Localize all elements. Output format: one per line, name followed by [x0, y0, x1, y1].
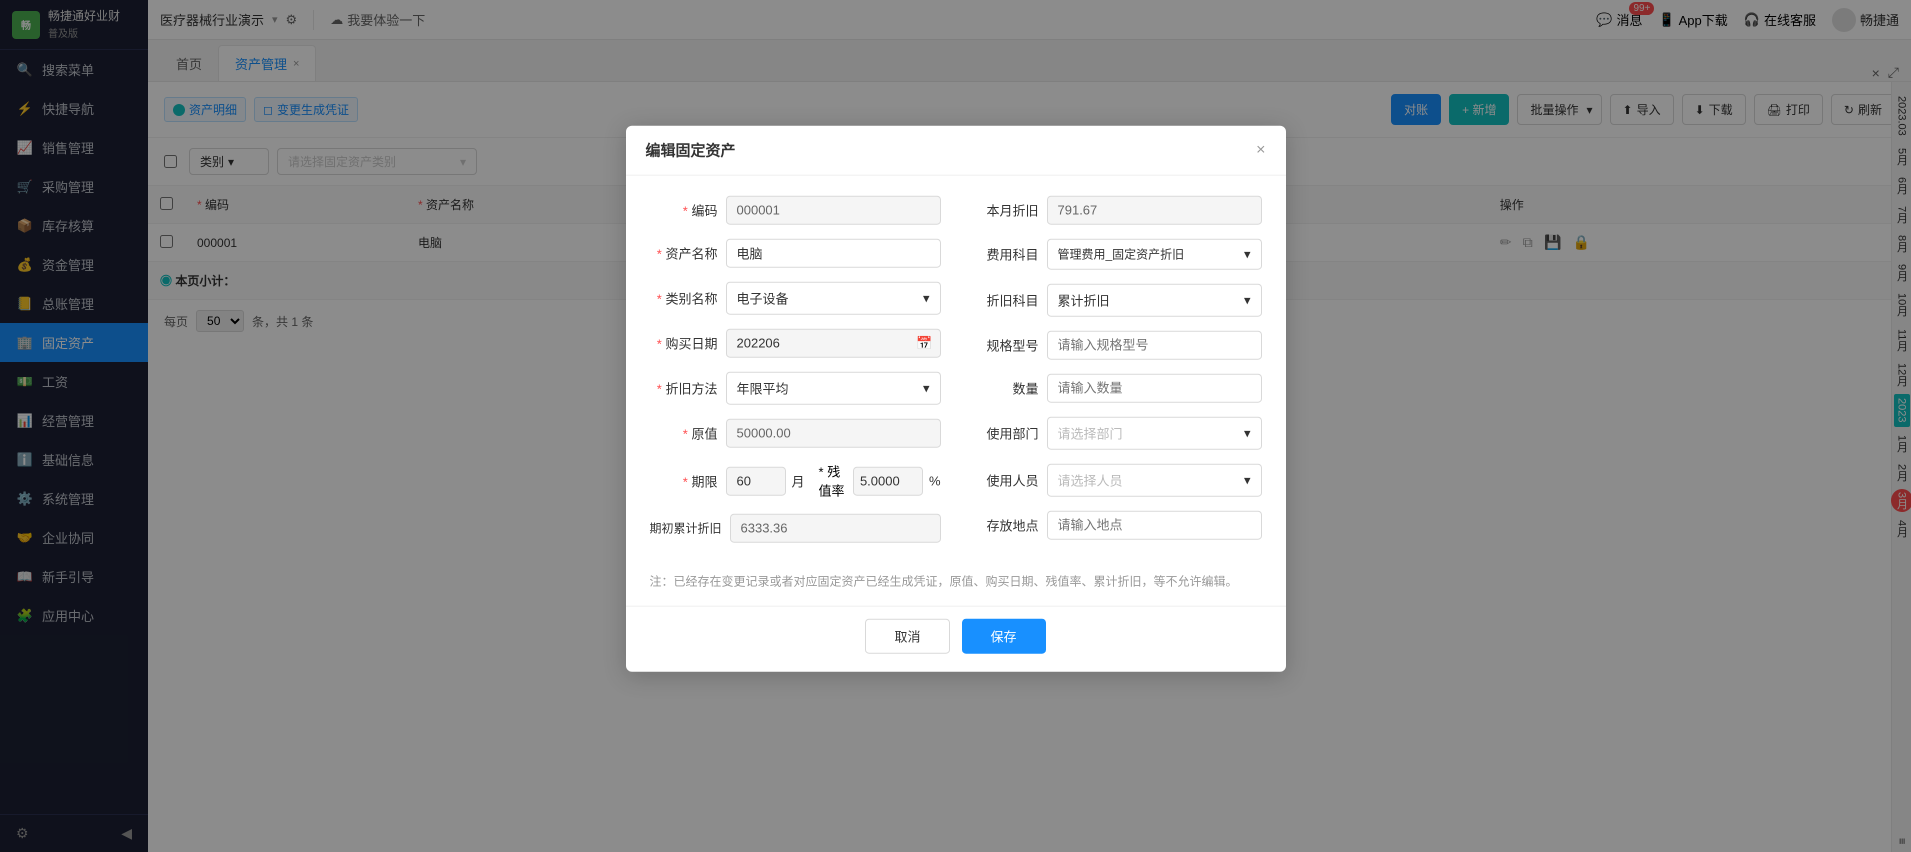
location-input[interactable] — [1047, 511, 1262, 540]
spec-input[interactable] — [1047, 331, 1262, 360]
quantity-label: 数量 — [971, 379, 1039, 398]
category-select[interactable]: 电子设备 ▾ — [726, 282, 941, 315]
residual-rate-req-label: * 残值率 — [819, 462, 847, 500]
form-col-right: 本月折旧 费用科目 管理费用_固定资产折旧 ▾ 折旧科目 累计折旧 ▾ — [971, 196, 1262, 543]
expense-subject-select[interactable]: 管理费用_固定资产折旧 ▾ — [1047, 239, 1262, 270]
dialog-close-btn[interactable]: × — [1256, 141, 1265, 159]
expense-subject-label: 费用科目 — [971, 245, 1039, 264]
form-row-quantity: 数量 — [971, 374, 1262, 403]
form-row-category: * 类别名称 电子设备 ▾ — [650, 282, 941, 315]
asset-name-input[interactable] — [726, 239, 941, 268]
location-label: 存放地点 — [971, 516, 1039, 535]
person-select[interactable]: 请选择人员 ▾ — [1047, 464, 1262, 497]
dialog-header: 编辑固定资产 × — [626, 126, 1286, 176]
form-row-dep-subject: 折旧科目 累计折旧 ▾ — [971, 284, 1262, 317]
dialog-form: * 编码 * 资产名称 * 类别名称 电子设备 ▾ * 购买日期 — [650, 196, 1262, 543]
original-value-input[interactable] — [726, 419, 941, 448]
dialog-body: * 编码 * 资产名称 * 类别名称 电子设备 ▾ * 购买日期 — [626, 176, 1286, 563]
chevron-down-icon: ▾ — [1244, 472, 1251, 488]
opening-dep-label: 期初累计折旧 — [650, 520, 722, 537]
purchase-date-label: * 购买日期 — [650, 334, 718, 353]
period-input[interactable] — [726, 466, 786, 495]
purchase-date-input[interactable] — [726, 329, 941, 358]
original-value-label: * 原值 — [650, 424, 718, 443]
form-row-purchase-date: * 购买日期 📅 — [650, 329, 941, 358]
chevron-down-icon: ▾ — [1244, 246, 1251, 262]
period-unit-label: 月 — [792, 471, 805, 490]
chevron-down-icon: ▾ — [923, 290, 930, 306]
calendar-icon[interactable]: 📅 — [916, 335, 932, 351]
period-label: * 期限 — [650, 471, 718, 490]
dep-method-label: * 折旧方法 — [650, 379, 718, 398]
period-group: 月 * 残值率 % — [726, 462, 941, 500]
monthly-dep-label: 本月折旧 — [971, 201, 1039, 220]
residual-rate-input[interactable] — [853, 466, 923, 495]
cancel-button[interactable]: 取消 — [865, 619, 949, 654]
opening-dep-input[interactable] — [730, 514, 941, 543]
form-col-left: * 编码 * 资产名称 * 类别名称 电子设备 ▾ * 购买日期 — [650, 196, 941, 543]
save-button[interactable]: 保存 — [962, 619, 1046, 654]
person-label: 使用人员 — [971, 471, 1039, 490]
dept-select[interactable]: 请选择部门 ▾ — [1047, 417, 1262, 450]
dep-subject-select[interactable]: 累计折旧 ▾ — [1047, 284, 1262, 317]
monthly-dep-input[interactable] — [1047, 196, 1262, 225]
form-row-dept: 使用部门 请选择部门 ▾ — [971, 417, 1262, 450]
chevron-down-icon: ▾ — [923, 380, 930, 396]
form-row-original-value: * 原值 — [650, 419, 941, 448]
form-row-monthly-dep: 本月折旧 — [971, 196, 1262, 225]
dialog-title: 编辑固定资产 — [646, 140, 736, 161]
form-row-code: * 编码 — [650, 196, 941, 225]
form-row-dep-method: * 折旧方法 年限平均 ▾ — [650, 372, 941, 405]
dept-label: 使用部门 — [971, 424, 1039, 443]
chevron-down-icon: ▾ — [1244, 425, 1251, 441]
category-label: * 类别名称 — [650, 289, 718, 308]
form-row-opening-dep: 期初累计折旧 — [650, 514, 941, 543]
asset-name-label: * 资产名称 — [650, 244, 718, 263]
dialog-footer: 取消 保存 — [626, 606, 1286, 672]
code-input[interactable] — [726, 196, 941, 225]
dep-subject-label: 折旧科目 — [971, 291, 1039, 310]
purchase-date-field: 📅 — [726, 329, 941, 358]
form-row-period: * 期限 月 * 残值率 % — [650, 462, 941, 500]
form-row-person: 使用人员 请选择人员 ▾ — [971, 464, 1262, 497]
dialog-note: 注：已经存在变更记录或者对应固定资产已经生成凭证，原值、购买日期、残值率、累计折… — [626, 563, 1286, 606]
form-row-location: 存放地点 — [971, 511, 1262, 540]
spec-label: 规格型号 — [971, 336, 1039, 355]
dep-method-select[interactable]: 年限平均 ▾ — [726, 372, 941, 405]
code-label: * 编码 — [650, 201, 718, 220]
chevron-down-icon: ▾ — [1244, 292, 1251, 308]
edit-asset-dialog: 编辑固定资产 × * 编码 * 资产名称 * 类别名称 电子设备 ▾ — [626, 126, 1286, 672]
quantity-input[interactable] — [1047, 374, 1262, 403]
form-row-expense-subject: 费用科目 管理费用_固定资产折旧 ▾ — [971, 239, 1262, 270]
pct-label: % — [929, 473, 941, 488]
form-row-asset-name: * 资产名称 — [650, 239, 941, 268]
form-row-spec: 规格型号 — [971, 331, 1262, 360]
